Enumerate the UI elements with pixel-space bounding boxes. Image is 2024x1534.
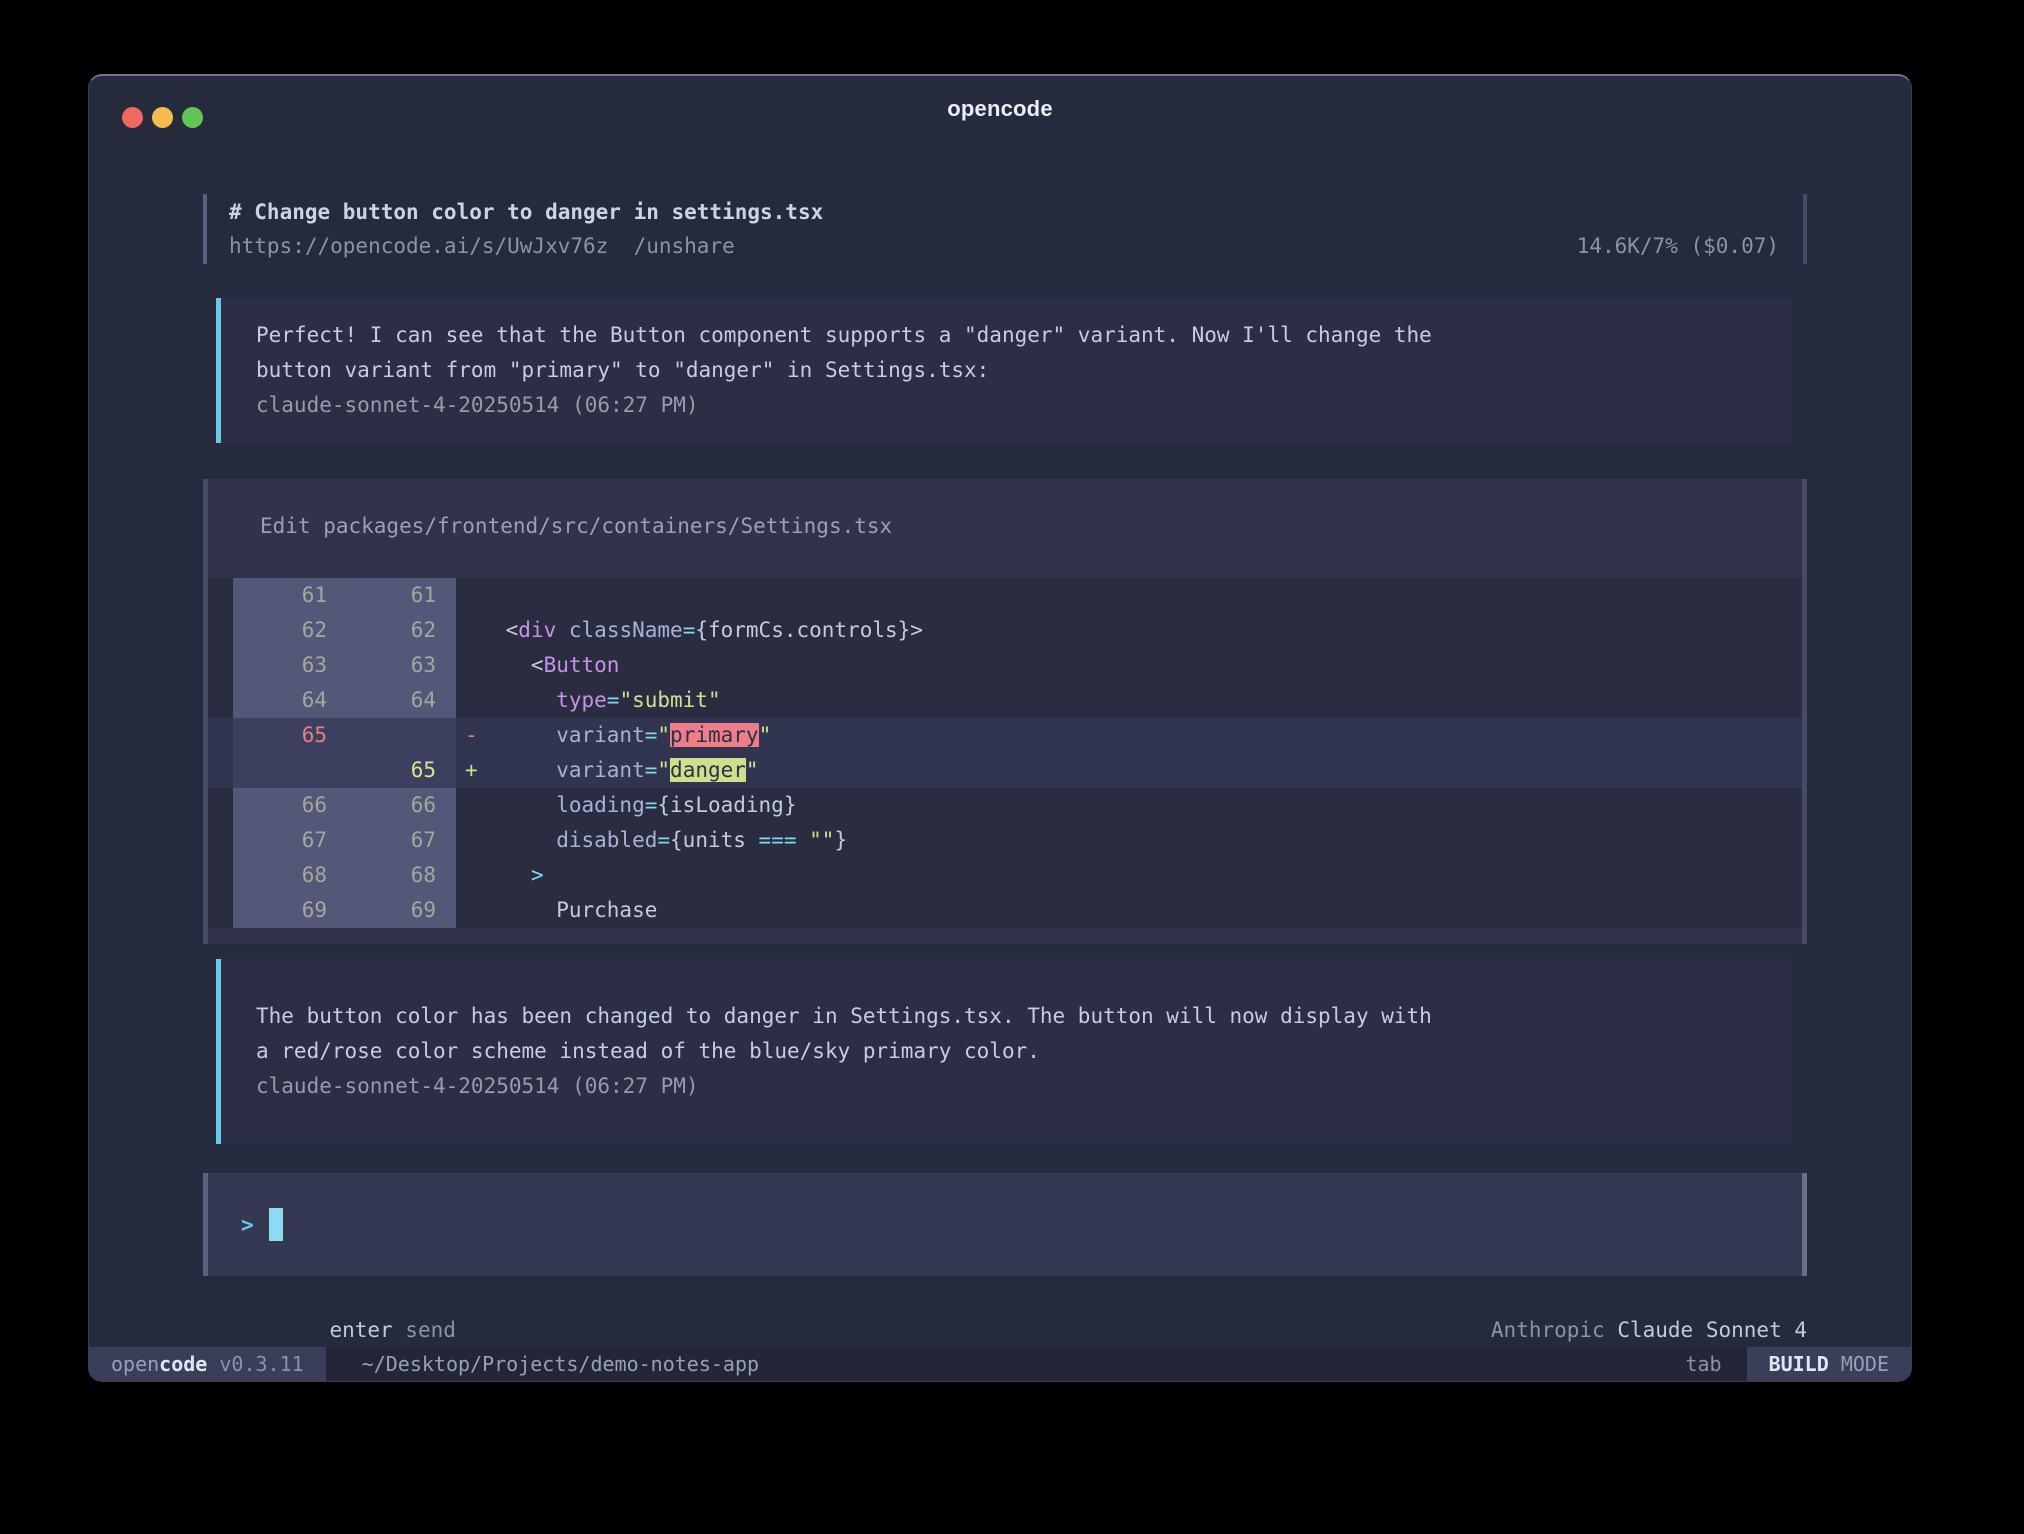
message-meta: claude-sonnet-4-20250514 (06:27 PM) bbox=[256, 388, 1772, 423]
window-controls bbox=[122, 107, 203, 128]
provider-label: Anthropic bbox=[1491, 1318, 1605, 1342]
diff-code-line: <Button bbox=[489, 648, 1802, 683]
url-gap bbox=[608, 229, 633, 263]
screen: opencode # Change button color to danger… bbox=[0, 0, 2024, 1534]
unshare-command[interactable]: /unshare bbox=[634, 229, 735, 263]
diff-gutter: 6969 bbox=[233, 893, 456, 928]
titlebar: opencode bbox=[89, 76, 1911, 140]
diff-code-line bbox=[489, 578, 1802, 613]
prompt-symbol: > bbox=[241, 1213, 254, 1237]
diff-row: 6262 <div className={formCs.controls}> bbox=[208, 613, 1802, 648]
prompt-input[interactable]: > bbox=[203, 1173, 1807, 1276]
app-version: v0.3.11 bbox=[207, 1352, 303, 1376]
assistant-message-2: The button color has been changed to dan… bbox=[216, 959, 1792, 1144]
diff-code-line: Purchase bbox=[489, 893, 1802, 928]
opencode-window: opencode # Change button color to danger… bbox=[88, 74, 1912, 1382]
token-usage: 14.6K/7% ($0.07) bbox=[1577, 229, 1779, 263]
diff-gutter: 6363 bbox=[233, 648, 456, 683]
send-hint: send bbox=[393, 1318, 456, 1342]
diff-row: 6666 loading={isLoading} bbox=[208, 788, 1802, 823]
diff-code-line: loading={isLoading} bbox=[489, 788, 1802, 823]
model-label: Claude Sonnet 4 bbox=[1605, 1318, 1807, 1342]
zoom-button[interactable] bbox=[182, 107, 203, 128]
diff-code-line: variant="danger" bbox=[489, 753, 1802, 788]
diff-code-line: type="submit" bbox=[489, 683, 1802, 718]
mode-suffix: MODE bbox=[1829, 1352, 1889, 1376]
enter-key-hint: enter bbox=[329, 1318, 392, 1342]
tool-action: Edit bbox=[260, 514, 323, 538]
diff-gutter: 6262 bbox=[233, 613, 456, 648]
diff-code-line: disabled={units === ""} bbox=[489, 823, 1802, 858]
diff-row: 6161 bbox=[208, 578, 1802, 613]
tab-key-hint: tab bbox=[1685, 1352, 1721, 1376]
diff-row: 6969 Purchase bbox=[208, 893, 1802, 928]
share-url[interactable]: https://opencode.ai/s/UwJxv76z bbox=[229, 229, 608, 263]
session-header: # Change button color to danger in setti… bbox=[203, 194, 1807, 264]
diff-row: 65- variant="primary" bbox=[208, 718, 1802, 753]
text-cursor bbox=[269, 1208, 283, 1241]
app-version-segment: opencode v0.3.11 bbox=[89, 1347, 326, 1381]
message-line: a red/rose color scheme instead of the b… bbox=[256, 1034, 1772, 1069]
diff-gutter: 6161 bbox=[233, 578, 456, 613]
mode-segment: BUILD MODE bbox=[1747, 1347, 1911, 1381]
window-title: opencode bbox=[89, 76, 1911, 122]
close-button[interactable] bbox=[122, 107, 143, 128]
working-directory: ~/Desktop/Projects/demo-notes-app bbox=[362, 1352, 759, 1376]
diff-gutter: 65 bbox=[233, 718, 456, 753]
diff-code-line: <div className={formCs.controls}> bbox=[489, 613, 1802, 648]
app-name-prefix: open bbox=[111, 1352, 159, 1376]
assistant-message-1: Perfect! I can see that the Button compo… bbox=[216, 298, 1792, 443]
message-line: button variant from "primary" to "danger… bbox=[256, 353, 1772, 388]
mode-name: BUILD bbox=[1769, 1352, 1829, 1376]
edit-tool-call: Edit packages/frontend/src/containers/Se… bbox=[203, 479, 1807, 944]
diff-row: 6767 disabled={units === ""} bbox=[208, 823, 1802, 858]
message-line: Perfect! I can see that the Button compo… bbox=[256, 318, 1772, 353]
diff-code-line: > bbox=[489, 858, 1802, 893]
app-name-suffix: code bbox=[159, 1352, 207, 1376]
message-meta: claude-sonnet-4-20250514 (06:27 PM) bbox=[256, 1069, 1772, 1104]
diff-row: 6464 type="submit" bbox=[208, 683, 1802, 718]
tool-header: Edit packages/frontend/src/containers/Se… bbox=[208, 479, 1802, 544]
tool-file-path: packages/frontend/src/containers/Setting… bbox=[323, 514, 892, 538]
diff-view: 61616262 <div className={formCs.controls… bbox=[208, 578, 1802, 928]
diff-row: 6868 > bbox=[208, 858, 1802, 893]
session-view: # Change button color to danger in setti… bbox=[203, 194, 1807, 1375]
diff-gutter: 65 bbox=[233, 753, 456, 788]
session-title: # Change button color to danger in setti… bbox=[229, 195, 1779, 229]
message-line: The button color has been changed to dan… bbox=[256, 999, 1772, 1034]
diff-gutter: 6464 bbox=[233, 683, 456, 718]
diff-gutter: 6767 bbox=[233, 823, 456, 858]
diff-code-line: variant="primary" bbox=[489, 718, 1802, 753]
diff-gutter: 6666 bbox=[233, 788, 456, 823]
minimize-button[interactable] bbox=[152, 107, 173, 128]
status-bar: opencode v0.3.11 ~/Desktop/Projects/demo… bbox=[89, 1347, 1911, 1381]
diff-row: 6363 <Button bbox=[208, 648, 1802, 683]
diff-gutter: 6868 bbox=[233, 858, 456, 893]
diff-row: 65+ variant="danger" bbox=[208, 753, 1802, 788]
